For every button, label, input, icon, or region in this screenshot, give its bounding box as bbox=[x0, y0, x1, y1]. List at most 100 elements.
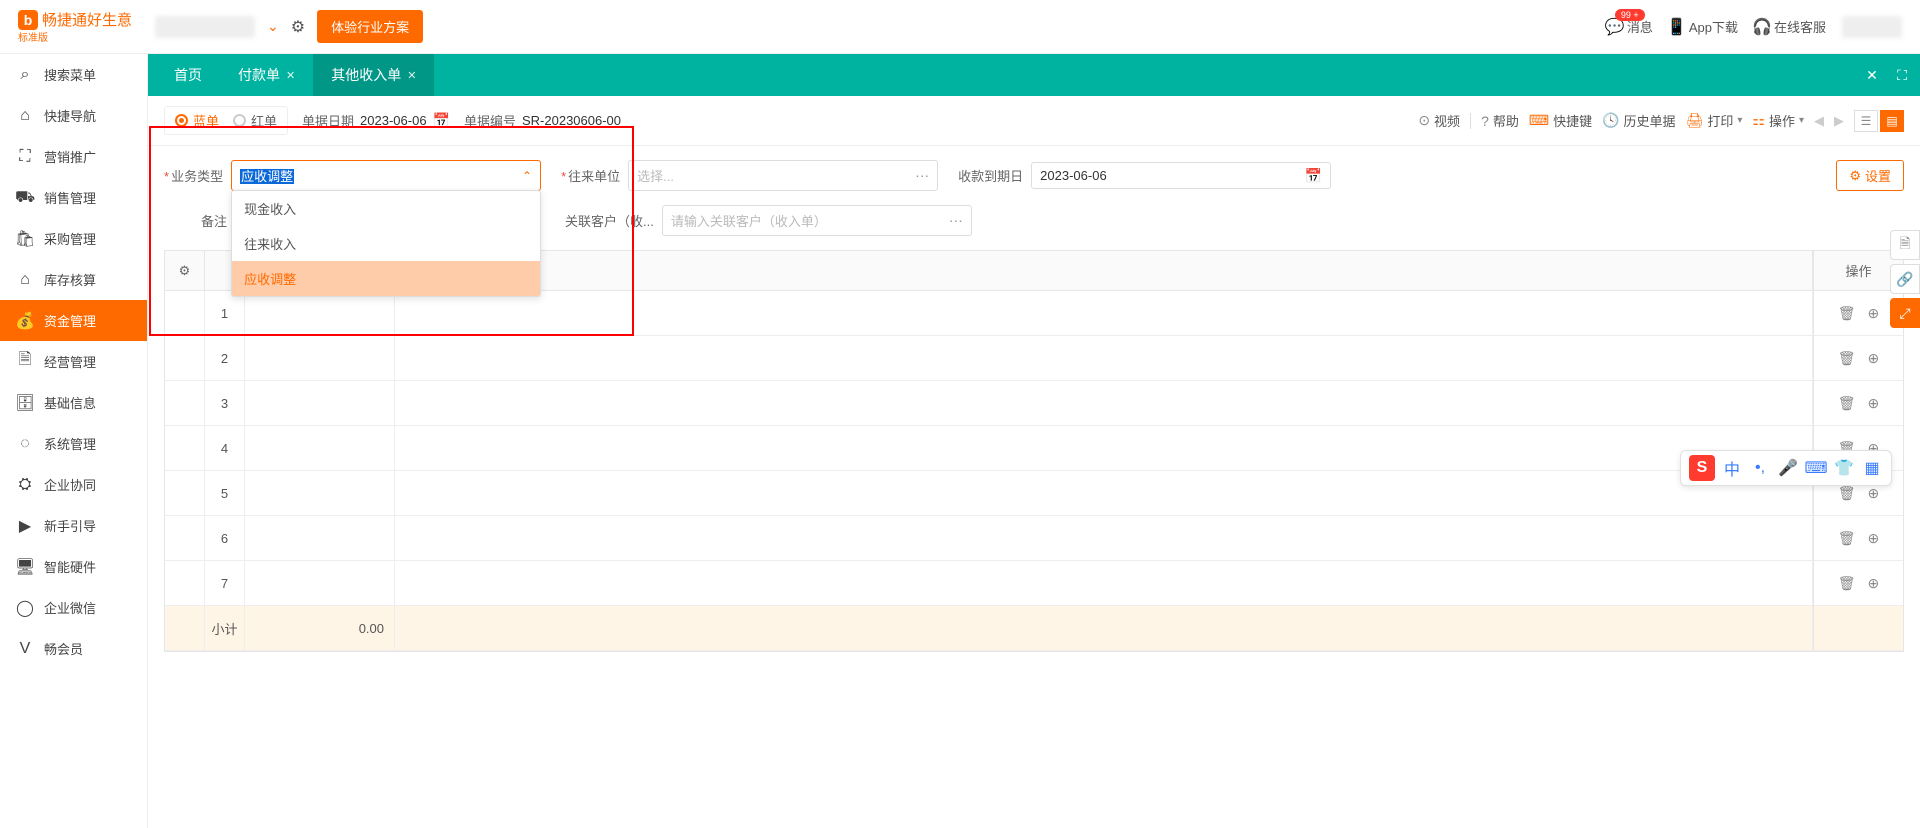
gear-icon: ⚙ bbox=[1849, 168, 1861, 184]
table-row[interactable]: 7 bbox=[165, 561, 1813, 606]
sidebar-item-marketing[interactable]: ⛶营销推广 bbox=[0, 136, 147, 177]
radio-red[interactable]: 红单 bbox=[233, 111, 277, 130]
quicknav-icon: ⌂ bbox=[16, 107, 34, 125]
ops-button[interactable]: ⚏操作▾ bbox=[1752, 111, 1804, 130]
sidebar-item-guide[interactable]: ▶新手引导 bbox=[0, 505, 147, 546]
ime-keyboard-icon[interactable]: ⌨ bbox=[1805, 457, 1827, 479]
delete-icon[interactable]: 🗑 bbox=[1838, 305, 1856, 322]
tab-label: 首页 bbox=[174, 65, 202, 85]
add-icon[interactable]: ⊕ bbox=[1868, 305, 1880, 322]
add-icon[interactable]: ⊕ bbox=[1868, 350, 1880, 367]
grid-subtotal-row: 小计 0.00 bbox=[165, 606, 1813, 651]
dock-note-icon[interactable]: 🗎 bbox=[1890, 230, 1920, 260]
biz-option-2[interactable]: 应收调整 bbox=[232, 261, 540, 296]
sidebar-item-label: 畅会员 bbox=[44, 639, 83, 658]
partner-select[interactable]: 选择... ⋯ bbox=[628, 160, 938, 191]
more-icon[interactable]: ⋯ bbox=[915, 167, 929, 184]
history-link[interactable]: 🕓历史单据 bbox=[1602, 111, 1675, 130]
tab-other_income[interactable]: 其他收入单✕ bbox=[313, 54, 434, 96]
sidebar-item-search[interactable]: ⌕搜索菜单 bbox=[0, 54, 147, 95]
ime-punct-icon[interactable]: •, bbox=[1749, 457, 1771, 479]
delete-icon[interactable]: 🗑 bbox=[1838, 575, 1856, 592]
delete-icon[interactable]: 🗑 bbox=[1838, 395, 1856, 412]
trial-button[interactable]: 体验行业方案 bbox=[317, 10, 423, 43]
form-view-button[interactable]: ▤ bbox=[1880, 110, 1904, 132]
ime-skin-icon[interactable]: 👕 bbox=[1833, 457, 1855, 479]
sidebar-item-label: 营销推广 bbox=[44, 147, 96, 166]
add-icon[interactable]: ⊕ bbox=[1868, 575, 1880, 592]
tab-payment[interactable]: 付款单✕ bbox=[220, 54, 313, 96]
ime-mic-icon[interactable]: 🎤 bbox=[1777, 457, 1799, 479]
due-date-input[interactable]: 2023-06-06 📅 bbox=[1031, 162, 1331, 189]
sidebar-item-member[interactable]: V 畅会员 bbox=[0, 628, 147, 669]
sidebar-item-inventory[interactable]: ⌂库存核算 bbox=[0, 259, 147, 300]
biz-type-select[interactable]: 应收调整 ⌃ bbox=[231, 160, 541, 191]
grid-settings-button[interactable]: ⚙ bbox=[165, 251, 205, 290]
sidebar-item-system[interactable]: ◌系统管理 bbox=[0, 423, 147, 464]
print-button[interactable]: 🖨打印▾ bbox=[1686, 111, 1743, 130]
add-icon[interactable]: ⊕ bbox=[1868, 395, 1880, 412]
tab-expand-icon[interactable]: ⛶ bbox=[1890, 63, 1914, 87]
tab-home[interactable]: 首页 bbox=[156, 54, 220, 96]
shortcut-link[interactable]: ⌨快捷键 bbox=[1529, 111, 1592, 130]
sidebar-item-finance[interactable]: 💰资金管理 bbox=[0, 300, 147, 341]
sidebar-item-sales[interactable]: ⛟销售管理 bbox=[0, 177, 147, 218]
dock-expand-icon[interactable]: ⤢ bbox=[1890, 298, 1920, 328]
chevron-down-icon[interactable]: ⌄ bbox=[267, 18, 279, 35]
ime-lang-toggle[interactable]: 中 bbox=[1721, 457, 1743, 479]
table-row[interactable]: 6 bbox=[165, 516, 1813, 561]
sidebar-item-base[interactable]: 🗄基础信息 bbox=[0, 382, 147, 423]
customer-service-link[interactable]: 🎧 在线客服 bbox=[1754, 17, 1826, 36]
list-view-button[interactable]: ☰ bbox=[1854, 110, 1878, 132]
add-icon[interactable]: ⊕ bbox=[1868, 485, 1880, 502]
table-row[interactable]: 3 bbox=[165, 381, 1813, 426]
sidebar-item-wechat[interactable]: ◯企业微信 bbox=[0, 587, 147, 628]
table-row[interactable]: 2 bbox=[165, 336, 1813, 381]
close-icon[interactable]: ✕ bbox=[407, 69, 416, 82]
sidebar-item-collab[interactable]: ⛭企业协同 bbox=[0, 464, 147, 505]
sidebar-item-hardware[interactable]: 🖥智能硬件 bbox=[0, 546, 147, 587]
delete-icon[interactable]: 🗑 bbox=[1838, 350, 1856, 367]
app-download-label: App下载 bbox=[1689, 17, 1738, 36]
app-download-link[interactable]: 📱 App下载 bbox=[1669, 17, 1738, 36]
row-number: 1 bbox=[205, 291, 245, 335]
ime-toolbar[interactable]: S 中 •, 🎤 ⌨ 👕 ▦ bbox=[1680, 450, 1892, 486]
system-icon: ◌ bbox=[16, 435, 34, 453]
delete-icon[interactable]: 🗑 bbox=[1838, 530, 1856, 547]
biz-option-0[interactable]: 现金收入 bbox=[232, 191, 540, 226]
radio-red-label: 红单 bbox=[251, 111, 277, 130]
link-customer-input[interactable]: 请输入关联客户（收入单） ⋯ bbox=[662, 205, 972, 236]
wechat-icon: ◯ bbox=[16, 599, 34, 617]
ime-menu-icon[interactable]: ▦ bbox=[1861, 457, 1883, 479]
biz-option-1[interactable]: 往来收入 bbox=[232, 226, 540, 261]
radio-blue[interactable]: 蓝单 bbox=[175, 111, 219, 130]
gear-icon[interactable]: ⚙ bbox=[291, 17, 305, 37]
sidebar-item-ops[interactable]: 🗎经营管理 bbox=[0, 341, 147, 382]
tab-close-all-icon[interactable]: ✕ bbox=[1860, 63, 1884, 87]
calendar-icon[interactable]: 📅 bbox=[433, 112, 450, 129]
prev-doc-icon[interactable]: ◀ bbox=[1814, 113, 1824, 129]
doc-date-value[interactable]: 2023-06-06 bbox=[360, 113, 427, 128]
more-icon[interactable]: ⋯ bbox=[949, 212, 963, 229]
table-row[interactable]: 1 bbox=[165, 291, 1813, 336]
dock-attach-icon[interactable]: 🔗 bbox=[1890, 264, 1920, 294]
add-icon[interactable]: ⊕ bbox=[1868, 530, 1880, 547]
close-icon[interactable]: ✕ bbox=[286, 69, 295, 82]
delete-icon[interactable]: 🗑 bbox=[1838, 485, 1856, 502]
help-link[interactable]: ?帮助 bbox=[1481, 111, 1519, 130]
member-icon: V bbox=[16, 640, 34, 658]
sidebar-item-quicknav[interactable]: ⌂快捷导航 bbox=[0, 95, 147, 136]
biz-type-label: *业务类型 bbox=[164, 166, 223, 185]
view-toggle: ☰ ▤ bbox=[1854, 110, 1904, 132]
sidebar-item-label: 经营管理 bbox=[44, 352, 96, 371]
user-avatar-placeholder[interactable] bbox=[1842, 16, 1902, 38]
table-row[interactable]: 4 bbox=[165, 426, 1813, 471]
table-row[interactable]: 5 bbox=[165, 471, 1813, 516]
phone-icon: 📱 bbox=[1669, 19, 1685, 35]
next-doc-icon[interactable]: ▶ bbox=[1834, 113, 1844, 129]
messages-link[interactable]: 💬 消息 99 + bbox=[1607, 17, 1653, 36]
calendar-icon[interactable]: 📅 bbox=[1305, 167, 1322, 184]
settings-button[interactable]: ⚙设置 bbox=[1836, 160, 1904, 191]
video-help-link[interactable]: ⊙视频 bbox=[1418, 111, 1460, 130]
sidebar-item-purchase[interactable]: 🛍采购管理 bbox=[0, 218, 147, 259]
